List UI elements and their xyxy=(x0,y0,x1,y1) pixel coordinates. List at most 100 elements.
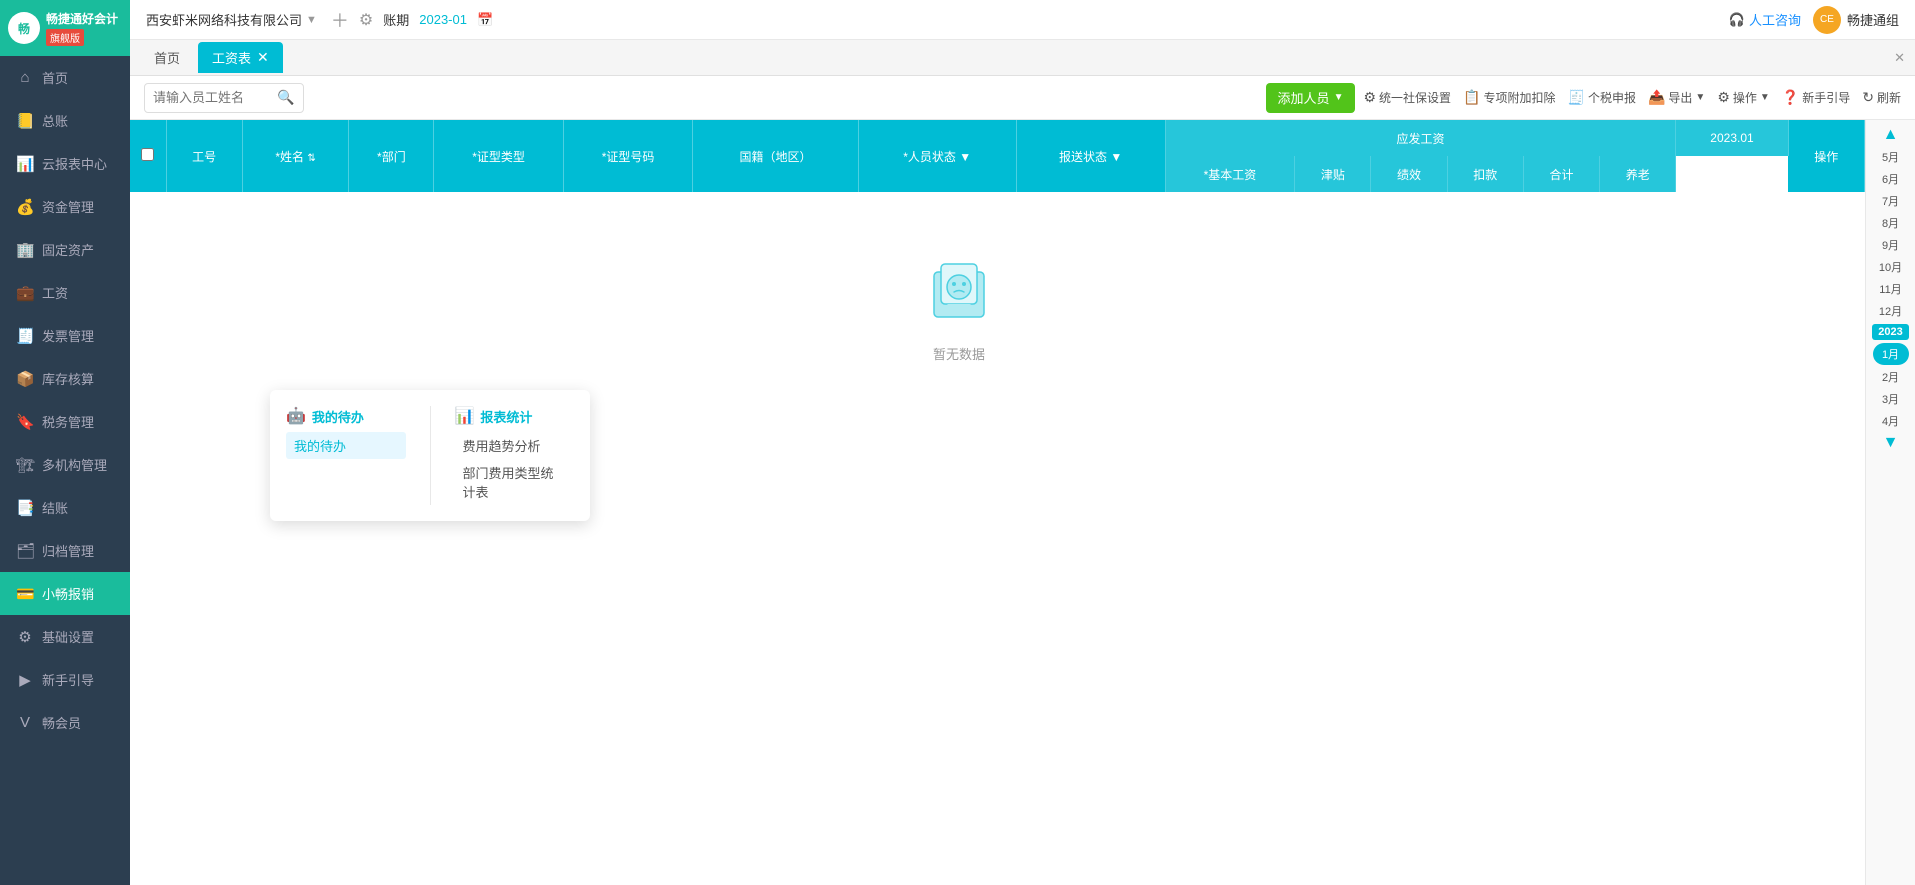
sidebar-icon-basic: ⚙ xyxy=(16,628,34,646)
th-bonus: 津贴 xyxy=(1295,156,1371,192)
empty-state: 暂无数据 xyxy=(130,192,1788,423)
tax-report-btn[interactable]: 🧾 个税申报 xyxy=(1568,89,1636,106)
sidebar-item-basic[interactable]: ⚙ 基础设置 xyxy=(0,615,130,658)
todo-icon: 🤖 xyxy=(286,406,306,426)
th-id-no: *证型号码 xyxy=(563,120,693,192)
th-id-type: *证型类型 xyxy=(434,120,564,192)
timeline-nav-up[interactable]: ▲ xyxy=(1881,124,1901,146)
close-all-icon: ✕ xyxy=(1894,50,1905,65)
close-all-btn[interactable]: ✕ xyxy=(1894,50,1905,66)
timeline-month-2[interactable]: 2月 xyxy=(1866,366,1915,388)
sidebar-item-archive[interactable]: 🗂 归档管理 xyxy=(0,529,130,572)
sidebar-item-asset[interactable]: 🏢 固定资产 xyxy=(0,228,130,271)
th-country: 国籍（地区） xyxy=(693,120,858,192)
search-icon[interactable]: 🔍 xyxy=(277,89,294,106)
add-company-btn[interactable]: ＋ xyxy=(331,7,349,33)
sidebar-label-expense: 小畅报销 xyxy=(42,584,94,603)
avatar-initials: CE xyxy=(1820,14,1834,25)
todo-item-label: 我的待办 xyxy=(294,439,346,454)
timeline-month-1[interactable]: 1月 xyxy=(1873,343,1909,365)
tax-deduct-icon: 📋 xyxy=(1463,89,1480,106)
timeline-month-9[interactable]: 9月 xyxy=(1866,234,1915,256)
timeline-month-5[interactable]: 5月 xyxy=(1866,146,1915,168)
sidebar-item-report[interactable]: 📊 云报表中心 xyxy=(0,142,130,185)
sidebar-item-newguide[interactable]: ▶ 新手引导 xyxy=(0,658,130,701)
empty-icon xyxy=(919,252,999,332)
sidebar-label-ledger: 总账 xyxy=(42,111,68,130)
refresh-icon: ↻ xyxy=(1862,89,1874,106)
service-btn[interactable]: 🎧 人工咨询 xyxy=(1729,10,1801,29)
timeline-month-6[interactable]: 6月 xyxy=(1866,168,1915,190)
timeline-month-4[interactable]: 4月 xyxy=(1866,410,1915,432)
sidebar-item-member[interactable]: V 畅会员 xyxy=(0,701,130,744)
timeline-month-3[interactable]: 3月 xyxy=(1866,388,1915,410)
sidebar-item-salary[interactable]: 💼 工资 xyxy=(0,271,130,314)
topbar-right: 🎧 人工咨询 CE 畅捷通组 xyxy=(1729,6,1899,34)
sidebar-icon-inventory: 📦 xyxy=(16,370,34,388)
sidebar-icon-expense: 💳 xyxy=(16,585,34,603)
company-selector[interactable]: 西安虾米网络科技有限公司 ▼ xyxy=(146,10,317,29)
social-security-btn[interactable]: ⚙ 统一社保设置 xyxy=(1363,89,1451,106)
headset-icon: 🎧 xyxy=(1729,12,1745,28)
salary-table: 工号 *姓名 ⇅ *部门 *证型类型 *证型号码 国籍（地区） *人员状态 ▼ … xyxy=(130,120,1865,423)
dept-expense-label: 部门费用类型统计表 xyxy=(463,466,554,500)
export-btn[interactable]: 📤 导出 ▼ xyxy=(1648,89,1705,106)
tax-deduct-btn[interactable]: 📋 专项附加扣除 xyxy=(1463,89,1555,106)
sidebar-item-home[interactable]: ⌂ 首页 xyxy=(0,56,130,99)
tab-salary[interactable]: 工资表 ✕ xyxy=(198,42,283,73)
th-pension: 养老 xyxy=(1600,156,1676,192)
logo-sub: 旗舰版 xyxy=(46,29,84,46)
sidebar-icon-member: V xyxy=(16,714,34,731)
table-header-row1: 工号 *姓名 ⇅ *部门 *证型类型 *证型号码 国籍（地区） *人员状态 ▼ … xyxy=(130,120,1865,156)
sidebar-icon-invoice: 🧾 xyxy=(16,327,34,345)
logo-initials: 畅 xyxy=(18,20,30,37)
period-value: 2023-01 xyxy=(419,12,467,27)
expense-trend-item[interactable]: 费用趋势分析 xyxy=(455,432,575,459)
sidebar-icon-multi: 🏗 xyxy=(16,456,34,474)
sidebar-icon-tax: 🔖 xyxy=(16,413,34,431)
timeline-month-11[interactable]: 11月 xyxy=(1866,278,1915,300)
select-all-checkbox[interactable] xyxy=(141,148,154,161)
calendar-icon[interactable]: 📅 xyxy=(477,12,493,28)
sidebar-item-invoice[interactable]: 🧾 发票管理 xyxy=(0,314,130,357)
add-person-btn[interactable]: 添加人员 ▼ xyxy=(1266,83,1356,113)
todo-item[interactable]: 我的待办 xyxy=(286,432,406,459)
toolbar-actions: ⚙ 统一社保设置 📋 专项附加扣除 🧾 个税申报 📤 导出 ▼ ⚙ xyxy=(1363,89,1901,106)
refresh-btn[interactable]: ↻ 刷新 xyxy=(1862,89,1901,106)
sidebar-label-report: 云报表中心 xyxy=(42,154,107,173)
user-menu[interactable]: CE 畅捷通组 xyxy=(1813,6,1899,34)
dropdown-col1: 🤖 我的待办 我的待办 xyxy=(286,406,406,505)
timeline-month-8[interactable]: 8月 xyxy=(1866,212,1915,234)
sidebar-item-expense[interactable]: 💳 小畅报销 xyxy=(0,572,130,615)
timeline-month-10[interactable]: 10月 xyxy=(1866,256,1915,278)
sidebar-icon-archive: 🗂 xyxy=(16,542,34,560)
dept-expense-item[interactable]: 部门费用类型统计表 xyxy=(455,459,575,505)
guide-btn[interactable]: ❓ 新手引导 xyxy=(1782,89,1850,106)
sidebar-item-multi[interactable]: 🏗 多机构管理 xyxy=(0,443,130,486)
sidebar-item-fund[interactable]: 💰 资金管理 xyxy=(0,185,130,228)
timeline-month-12[interactable]: 12月 xyxy=(1866,300,1915,322)
sidebar-item-inventory[interactable]: 📦 库存核算 xyxy=(0,357,130,400)
sidebar-icon-report: 📊 xyxy=(16,155,34,173)
sidebar-item-account[interactable]: 📑 结账 xyxy=(0,486,130,529)
add-btn-arrow: ▼ xyxy=(1334,92,1344,103)
avatar: CE xyxy=(1813,6,1841,34)
setting-icon[interactable]: ⚙ xyxy=(359,10,373,30)
sidebar-label-archive: 归档管理 xyxy=(42,541,94,560)
tab-home[interactable]: 首页 xyxy=(140,42,194,73)
username: 畅捷通组 xyxy=(1847,10,1899,29)
search-input[interactable] xyxy=(153,90,273,105)
th-checkbox[interactable] xyxy=(130,120,166,192)
tab-close-icon[interactable]: ✕ xyxy=(257,49,269,66)
timeline-month-7[interactable]: 7月 xyxy=(1866,190,1915,212)
sidebar-item-ledger[interactable]: 📒 总账 xyxy=(0,99,130,142)
report-title: 报表统计 xyxy=(480,407,532,426)
operations-btn[interactable]: ⚙ 操作 ▼ xyxy=(1717,89,1769,106)
search-box[interactable]: 🔍 xyxy=(144,83,304,113)
sidebar-item-tax[interactable]: 🔖 税务管理 xyxy=(0,400,130,443)
timeline-nav-down[interactable]: ▼ xyxy=(1881,432,1901,454)
th-performance: 绩效 xyxy=(1371,156,1447,192)
sidebar-label-home: 首页 xyxy=(42,68,68,87)
sidebar-label-newguide: 新手引导 xyxy=(42,670,94,689)
sidebar-icon-account: 📑 xyxy=(16,499,34,517)
